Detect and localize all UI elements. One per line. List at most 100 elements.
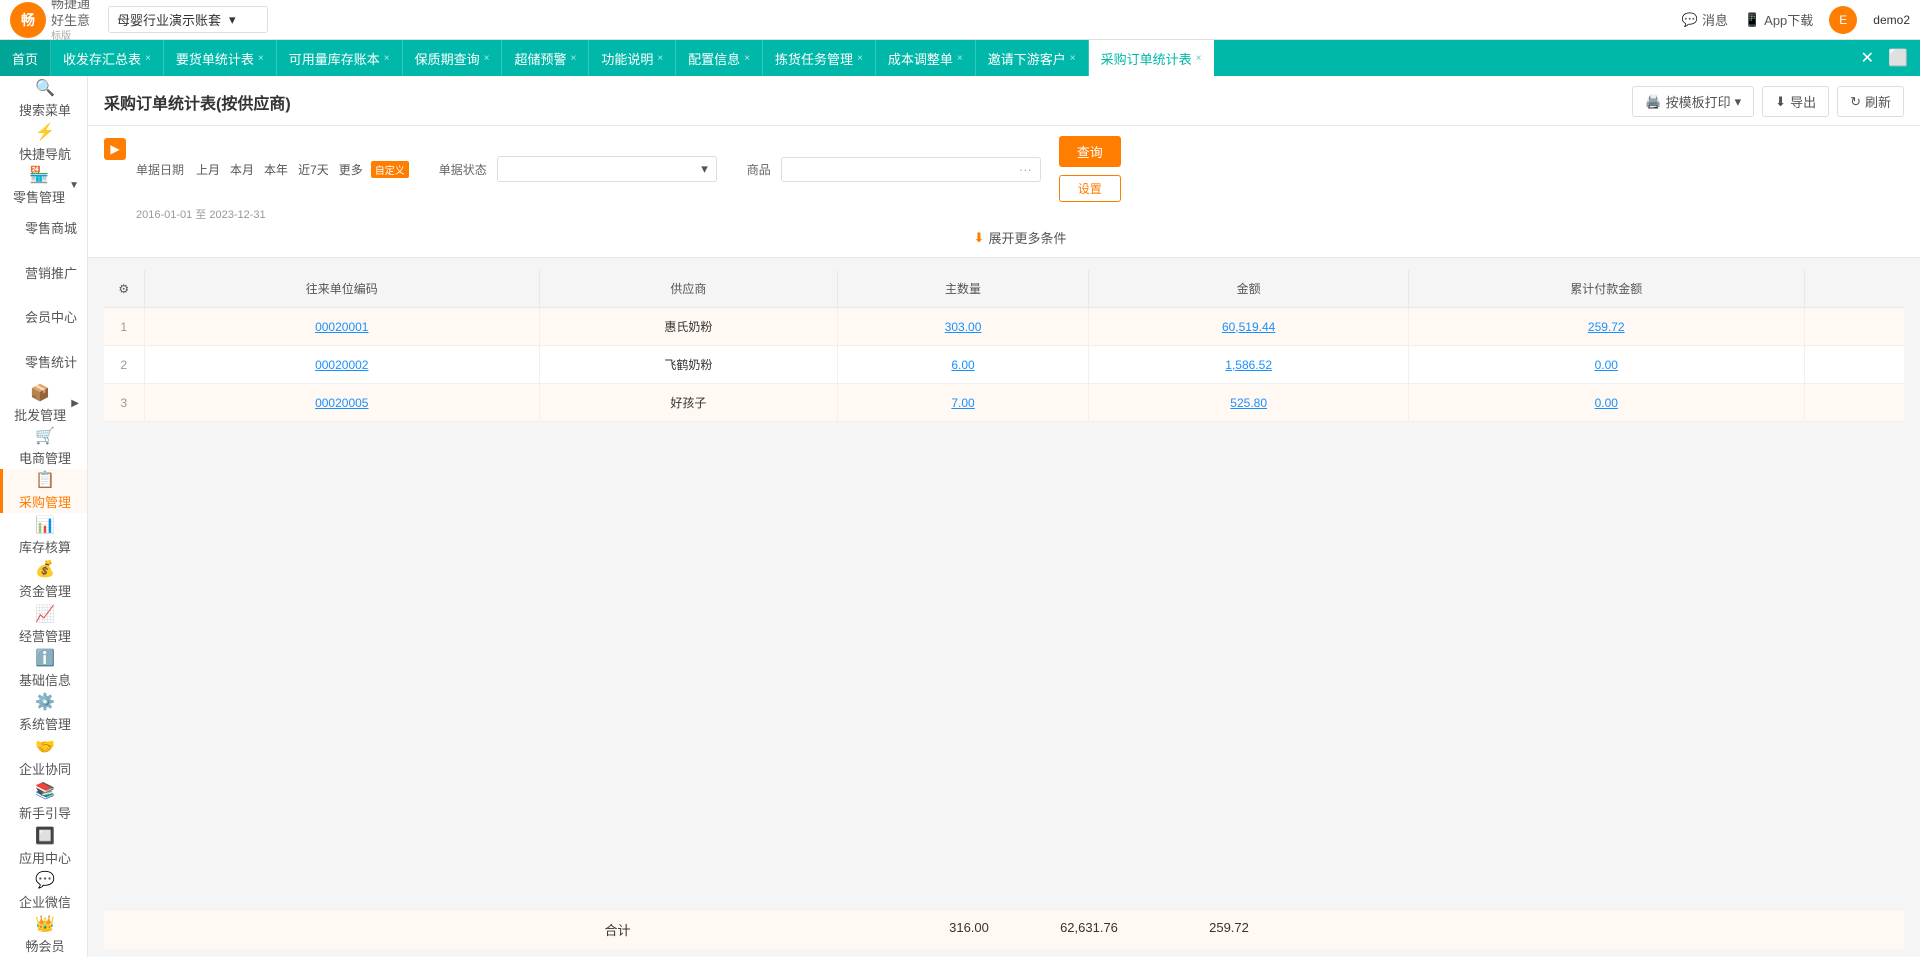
close-expiry-query-icon[interactable]: ×: [484, 53, 490, 64]
sidebar-item-new-guide[interactable]: 📚 新手引导: [0, 779, 87, 823]
cell-quantity[interactable]: 6.00: [837, 346, 1089, 384]
goods-input[interactable]: ···: [781, 157, 1041, 182]
cell-amount[interactable]: 525.80: [1089, 384, 1409, 422]
col-paid: 累计付款金额: [1408, 270, 1804, 308]
tab-available-stock[interactable]: 可用量库存账本 ×: [277, 40, 403, 76]
shortcut-more[interactable]: 更多: [337, 160, 365, 179]
sidebar-item-member[interactable]: 会员中心: [0, 295, 87, 339]
shortcut-7days[interactable]: 近7天: [296, 160, 331, 179]
retail-icon: 🏪: [29, 165, 49, 185]
cell-quantity[interactable]: 7.00: [837, 384, 1089, 422]
cell-paid[interactable]: 0.00: [1408, 384, 1804, 422]
refresh-button[interactable]: ↻ 刷新: [1837, 86, 1904, 117]
workspace-selector[interactable]: 母婴行业演示账套 ▾: [108, 6, 268, 33]
sidebar-item-search[interactable]: 🔍 搜索菜单: [0, 76, 87, 120]
avatar[interactable]: E: [1829, 6, 1857, 34]
tab-overstock-alert[interactable]: 超储预警 ×: [502, 40, 589, 76]
tab-function-desc[interactable]: 功能说明 ×: [589, 40, 676, 76]
table-row: 2 00020002 飞鹤奶粉 6.00 1,586.52 0.00: [104, 346, 1904, 384]
close-receive-send-icon[interactable]: ×: [145, 53, 151, 64]
operations-icon: 📈: [35, 604, 55, 624]
sidebar-item-shortcut[interactable]: ⚡ 快捷导航: [0, 120, 87, 164]
cell-quantity[interactable]: 303.00: [837, 308, 1089, 346]
query-button[interactable]: 查询: [1059, 136, 1121, 167]
cell-amount[interactable]: 1,586.52: [1089, 346, 1409, 384]
settings-button[interactable]: 设置: [1059, 175, 1121, 202]
status-select[interactable]: ▾: [497, 156, 717, 182]
new-guide-icon: 📚: [35, 781, 55, 801]
cell-amount[interactable]: 60,519.44: [1089, 308, 1409, 346]
export-button[interactable]: ⬇ 导出: [1762, 86, 1829, 117]
close-overstock-icon[interactable]: ×: [570, 53, 576, 64]
sidebar-item-retail-mall[interactable]: 零售商城: [0, 206, 87, 250]
close-order-stats-icon[interactable]: ×: [258, 53, 264, 64]
content: 采购订单统计表(按供应商) 🖨️ 按模板打印 ▾ ⬇ 导出 ↻ 刷新: [88, 76, 1920, 957]
cell-supplier: 飞鹤奶粉: [540, 346, 838, 384]
shortcut-last-month[interactable]: 上月: [194, 160, 222, 179]
sidebar-item-marketing[interactable]: 营销推广: [0, 250, 87, 294]
tab-pick-task[interactable]: 拣货任务管理 ×: [763, 40, 876, 76]
tab-purchase-order-stats[interactable]: 采购订单统计表 ×: [1089, 40, 1215, 76]
close-invite-icon[interactable]: ×: [1070, 53, 1076, 64]
tab-expiry-query[interactable]: 保质期查询 ×: [403, 40, 503, 76]
ecommerce-icon: 🛒: [35, 426, 55, 446]
print-button[interactable]: 🖨️ 按模板打印 ▾: [1632, 86, 1754, 117]
cell-empty: [1804, 384, 1904, 422]
tab-order-stats[interactable]: 要货单统计表 ×: [164, 40, 277, 76]
sidebar-item-ecommerce[interactable]: 🛒 电商管理: [0, 424, 87, 468]
close-all-tabs-button[interactable]: ✕: [1857, 46, 1878, 70]
sidebar-item-enterprise[interactable]: 🤝 企业协同: [0, 735, 87, 779]
tab-cost-adjust[interactable]: 成本调整单 ×: [876, 40, 976, 76]
sidebar-item-retail-stats[interactable]: 零售统计: [0, 339, 87, 383]
col-settings[interactable]: ⚙: [104, 270, 144, 308]
goods-ellipsis-icon[interactable]: ···: [1019, 162, 1032, 177]
sidebar-item-inventory[interactable]: 📊 库存核算: [0, 513, 87, 557]
shortcut-this-year[interactable]: 本年: [262, 160, 290, 179]
close-config-info-icon[interactable]: ×: [744, 53, 750, 64]
tab-receive-send[interactable]: 收发存汇总表 ×: [51, 40, 164, 76]
close-available-stock-icon[interactable]: ×: [384, 53, 390, 64]
sidebar-item-retail[interactable]: 🏪 零售管理 ▼: [0, 165, 87, 206]
close-purchase-order-stats-icon[interactable]: ×: [1196, 53, 1202, 64]
sidebar-item-vip-member[interactable]: 👑 畅会员: [0, 913, 87, 957]
filter-area: ▶ 单据日期 上月 本月 本年 近7天 更多 自定义: [88, 126, 1920, 258]
cell-code[interactable]: 00020001: [144, 308, 540, 346]
filter-toggle-button[interactable]: ▶: [104, 138, 126, 160]
app-download-button[interactable]: 📱 App下载: [1744, 10, 1813, 29]
status-dropdown-icon: ▾: [701, 161, 708, 177]
maximize-button[interactable]: ⬜: [1884, 46, 1912, 70]
basic-info-icon: ℹ️: [35, 648, 55, 668]
page-actions: 🖨️ 按模板打印 ▾ ⬇ 导出 ↻ 刷新: [1632, 86, 1904, 117]
tab-config-info[interactable]: 配置信息 ×: [676, 40, 763, 76]
close-pick-task-icon[interactable]: ×: [857, 53, 863, 64]
sidebar-item-operations[interactable]: 📈 经营管理: [0, 602, 87, 646]
print-icon: 🖨️: [1645, 94, 1661, 110]
sidebar-item-purchase[interactable]: 📋 采购管理: [0, 469, 87, 513]
message-button[interactable]: 💬 消息: [1682, 10, 1728, 29]
sidebar-item-wholesale[interactable]: 📦 批发管理 ▶: [0, 383, 87, 424]
goods-label: 商品: [747, 161, 771, 178]
sidebar-item-system[interactable]: ⚙️ 系统管理: [0, 691, 87, 735]
filter-date-range: 2016-01-01 至 2023-12-31: [136, 206, 1904, 222]
close-function-desc-icon[interactable]: ×: [657, 53, 663, 64]
cell-paid[interactable]: 0.00: [1408, 346, 1804, 384]
sidebar-item-enterprise-wechat[interactable]: 💬 企业微信: [0, 868, 87, 912]
cell-code[interactable]: 00020002: [144, 346, 540, 384]
cell-supplier: 惠氏奶粉: [540, 308, 838, 346]
cell-supplier: 好孩子: [540, 384, 838, 422]
close-cost-adjust-icon[interactable]: ×: [957, 53, 963, 64]
shortcut-this-month[interactable]: 本月: [228, 160, 256, 179]
sidebar-item-basic-info[interactable]: ℹ️ 基础信息: [0, 646, 87, 690]
cell-paid[interactable]: 259.72: [1408, 308, 1804, 346]
sidebar-item-app-center[interactable]: 🔲 应用中心: [0, 824, 87, 868]
col-supplier: 供应商: [540, 270, 838, 308]
footer-amount: 62,631.76: [1029, 920, 1149, 939]
table-row: 1 00020001 惠氏奶粉 303.00 60,519.44 259.72: [104, 308, 1904, 346]
sidebar-item-finance[interactable]: 💰 资金管理: [0, 558, 87, 602]
expand-more-button[interactable]: ⬇ 展开更多条件: [136, 228, 1904, 247]
sidebar: 🔍 搜索菜单 ⚡ 快捷导航 🏪 零售管理 ▼ 零售商城 营销推广 会员中心 零售…: [0, 76, 88, 957]
cell-code[interactable]: 00020005: [144, 384, 540, 422]
tab-home[interactable]: 首页: [0, 40, 51, 76]
tab-invite-downstream[interactable]: 邀请下游客户 ×: [976, 40, 1089, 76]
date-label: 单据日期: [136, 161, 184, 178]
